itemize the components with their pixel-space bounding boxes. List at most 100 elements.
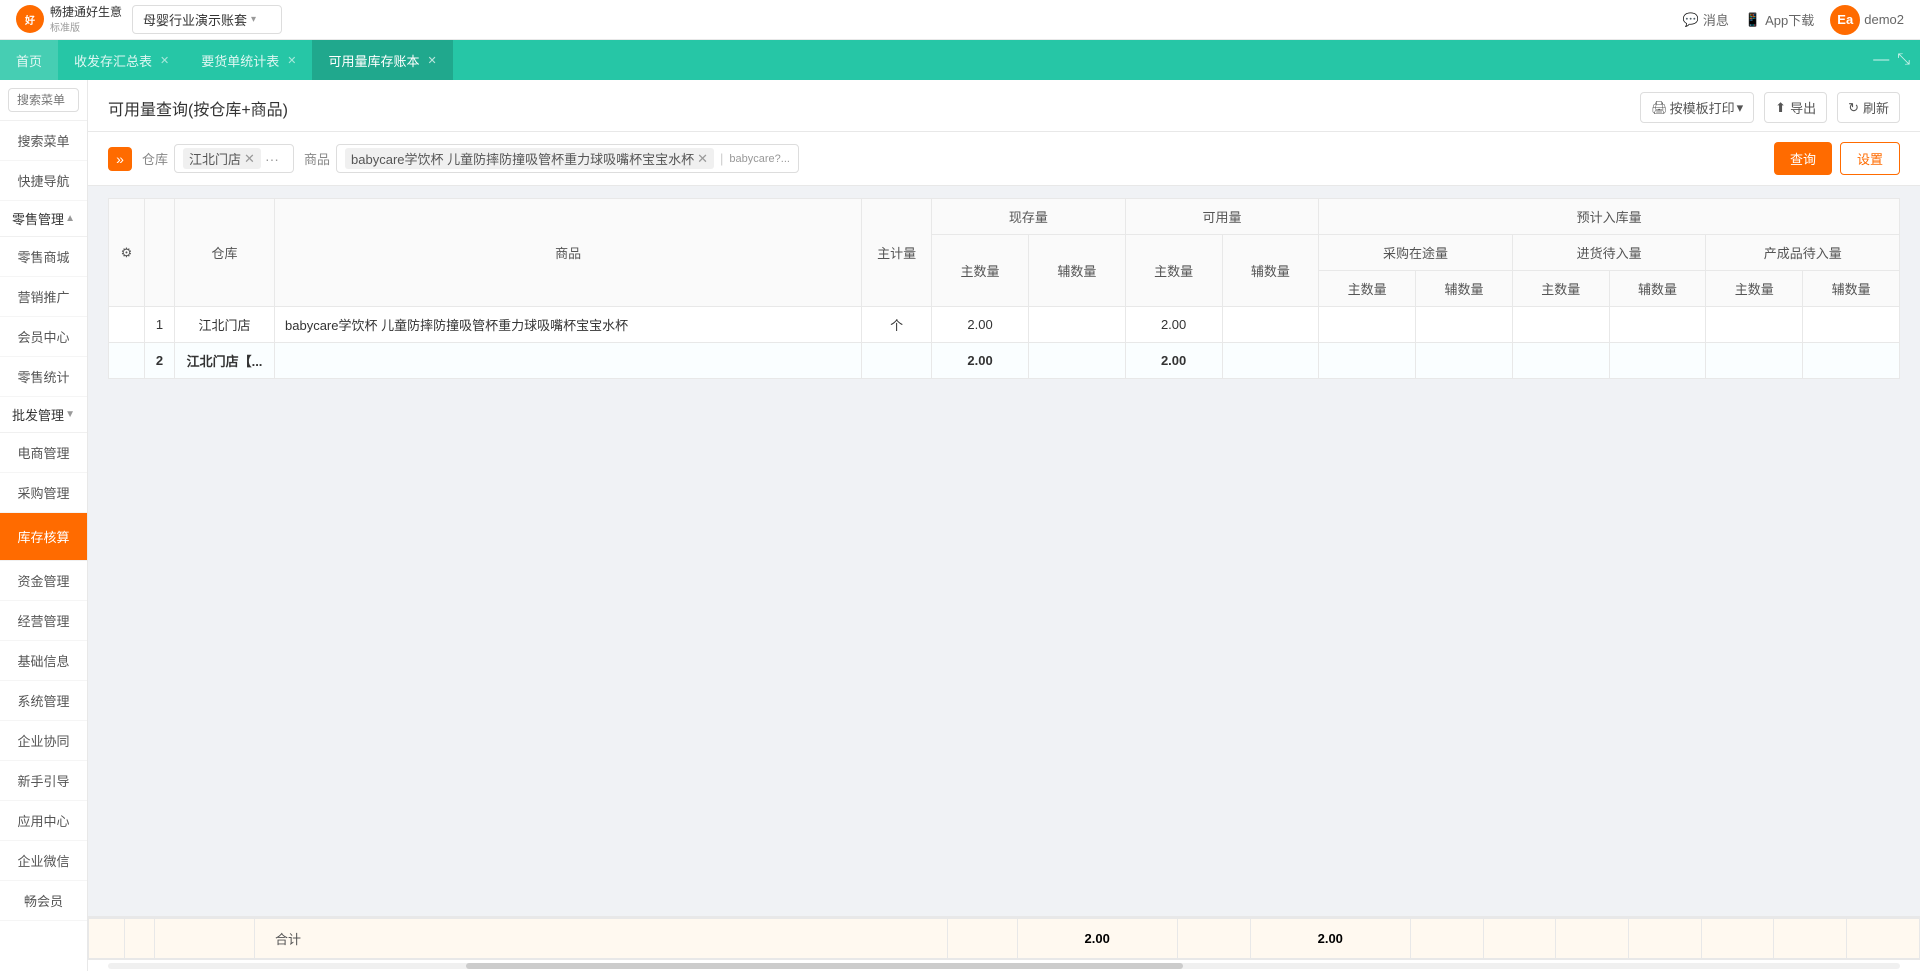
row1-current-main: 2.00: [932, 307, 1029, 343]
chevron-down-icon: ▼: [65, 409, 75, 420]
sidebar-purchase-label: 采购管理: [17, 486, 69, 501]
refresh-button[interactable]: ↻ 刷新: [1837, 92, 1900, 123]
data-table: ⚙ 仓库 商品 主计量 现存量: [108, 198, 1900, 379]
row1-avail-aux: [1222, 307, 1319, 343]
row1-pur-main: [1319, 307, 1416, 343]
sidebar-item-operations[interactable]: 经营管理: [0, 601, 87, 641]
warehouse-label: 仓库: [142, 149, 168, 168]
chevron-down-icon: ▾: [251, 14, 256, 25]
sidebar-item-newguide[interactable]: 新手引导: [0, 761, 87, 801]
search-input[interactable]: [8, 88, 79, 112]
sidebar-item-system[interactable]: 系统管理: [0, 681, 87, 721]
warehouse-filter-more[interactable]: ···: [265, 151, 279, 167]
query-button[interactable]: 查询: [1774, 142, 1832, 175]
sidebar-item-wholesale[interactable]: 批发管理 ▼: [0, 397, 87, 433]
print-arrow-icon: ▾: [1737, 100, 1744, 116]
tab-order[interactable]: 要货单统计表 ✕: [185, 40, 312, 80]
product-filter: 商品 babycare学饮杯 儿童防摔防撞吸管杯重力球吸嘴杯宝宝水杯 ✕ | b…: [304, 144, 799, 173]
maximize-icon[interactable]: ⤡: [1897, 51, 1910, 69]
th-purchase-transit: 采购在途量: [1319, 235, 1513, 271]
tenant-name: 母婴行业演示账套: [143, 10, 247, 29]
export-button[interactable]: ⬆ 导出: [1764, 92, 1827, 123]
row1-product: babycare学饮杯 儿童防摔防撞吸管杯重力球吸嘴杯宝宝水杯: [275, 307, 862, 343]
sidebar-wholesale-label: 批发管理: [12, 405, 64, 424]
page-actions: 🖨 按模板打印 ▾ ⬆ 导出 ↻ 刷新: [1640, 92, 1900, 123]
setting-button[interactable]: 设置: [1840, 142, 1900, 175]
product-tags-input[interactable]: babycare学饮杯 儿童防摔防撞吸管杯重力球吸嘴杯宝宝水杯 ✕ | baby…: [336, 144, 799, 173]
th-warehouse: 仓库: [175, 199, 275, 307]
message-label: 消息: [1703, 10, 1729, 29]
product-tag1-close[interactable]: ✕: [697, 151, 708, 167]
logo-text-block: 畅捷通好生意 标准版: [50, 5, 122, 34]
row2-current-aux: [1028, 343, 1125, 379]
sidebar-retail-shop-label: 零售商城: [17, 250, 69, 265]
sidebar-ecommerce-label: 电商管理: [17, 446, 69, 461]
sidebar-item-basic[interactable]: 基础信息: [0, 641, 87, 681]
tab-order-close[interactable]: ✕: [287, 54, 296, 67]
row1-inc-aux: [1609, 307, 1706, 343]
footer-pur-aux: [1556, 919, 1629, 959]
sidebar: 搜索菜单 快捷导航 零售管理 ▲ 零售商城 营销推广 会员中心 零售统计 批发管…: [0, 80, 88, 971]
row2-pur-aux: [1416, 343, 1513, 379]
sidebar-member-label: 畅会员: [24, 894, 63, 909]
sidebar-item-purchase[interactable]: 采购管理: [0, 473, 87, 513]
sidebar-members-label: 会员中心: [17, 330, 69, 345]
row1-num: 1: [145, 307, 175, 343]
th-settings[interactable]: ⚙: [109, 199, 145, 307]
sidebar-wecom-label: 企业微信: [17, 854, 69, 869]
sidebar-item-wecom[interactable]: 企业微信: [0, 841, 87, 881]
row2-unit: [862, 343, 932, 379]
tab-inout[interactable]: 收发存汇总表 ✕: [58, 40, 185, 80]
sidebar-item-retail-shop[interactable]: 零售商城: [0, 237, 87, 277]
tab-home-label: 首页: [16, 51, 42, 70]
th-prod-main: 主数量: [1706, 271, 1803, 307]
scroll-thumb[interactable]: [466, 963, 1183, 969]
sidebar-search-area: [0, 80, 87, 121]
sidebar-item-retail-stats[interactable]: 零售统计: [0, 357, 87, 397]
sidebar-item-enterprise[interactable]: 企业协同: [0, 721, 87, 761]
nav-tabs: 首页 收发存汇总表 ✕ 要货单统计表 ✕ 可用量库存账本 ✕ — ⤡: [0, 40, 1920, 80]
horizontal-scrollbar[interactable]: [88, 959, 1920, 971]
filter-toggle-button[interactable]: »: [108, 147, 132, 171]
app-icon: 📱: [1745, 12, 1761, 28]
row1-warehouse: 江北门店: [175, 307, 275, 343]
sidebar-item-members[interactable]: 会员中心: [0, 317, 87, 357]
logo-icon: 好: [16, 5, 44, 33]
sidebar-item-appcenter[interactable]: 应用中心: [0, 801, 87, 841]
sidebar-item-member[interactable]: 畅会员: [0, 881, 87, 921]
sidebar-retail-label: 零售管理: [12, 209, 64, 228]
minimize-icon[interactable]: —: [1873, 51, 1889, 69]
print-button[interactable]: 🖨 按模板打印 ▾: [1640, 92, 1754, 123]
tab-inout-label: 收发存汇总表: [74, 51, 152, 70]
sidebar-item-quick-nav[interactable]: 快捷导航: [0, 161, 87, 201]
table-row: 1 江北门店 babycare学饮杯 儿童防摔防撞吸管杯重力球吸嘴杯宝宝水杯 个…: [109, 307, 1900, 343]
th-avail-aux: 辅数量: [1222, 235, 1319, 307]
tab-available[interactable]: 可用量库存账本 ✕: [312, 40, 452, 80]
warehouse-tag-close[interactable]: ✕: [244, 151, 255, 167]
sidebar-basic-label: 基础信息: [17, 654, 69, 669]
app-download-button[interactable]: 📱 App下载: [1745, 10, 1814, 29]
top-bar-left: 好 畅捷通好生意 标准版 母婴行业演示账套 ▾: [16, 5, 282, 34]
chevron-up-icon: ▲: [65, 213, 75, 224]
footer-settings-col: [89, 919, 125, 959]
row2-pur-main: [1319, 343, 1416, 379]
tab-home[interactable]: 首页: [0, 40, 58, 80]
tab-inout-close[interactable]: ✕: [160, 54, 169, 67]
sidebar-item-finance[interactable]: 资金管理: [0, 561, 87, 601]
warehouse-tags-input[interactable]: 江北门店 ✕ ···: [174, 144, 294, 173]
top-bar-right: 💬 消息 📱 App下载 Ea demo2: [1683, 5, 1904, 35]
sidebar-item-retail[interactable]: 零售管理 ▲: [0, 201, 87, 237]
footer-current-main: 2.00: [1017, 919, 1177, 959]
sidebar-item-marketing[interactable]: 营销推广: [0, 277, 87, 317]
row2-inc-main: [1512, 343, 1609, 379]
sidebar-item-inventory[interactable]: 库存核算: [0, 513, 87, 561]
message-icon: 💬: [1683, 12, 1699, 28]
sidebar-item-search-menu[interactable]: 搜索菜单: [0, 121, 87, 161]
message-button[interactable]: 💬 消息: [1683, 10, 1729, 29]
user-profile[interactable]: Ea demo2: [1830, 5, 1904, 35]
tab-available-close[interactable]: ✕: [428, 54, 437, 67]
tenant-selector[interactable]: 母婴行业演示账套 ▾: [132, 5, 282, 34]
row2-prod-aux: [1803, 343, 1900, 379]
sidebar-item-ecommerce[interactable]: 电商管理: [0, 433, 87, 473]
th-inc-aux: 辅数量: [1609, 271, 1706, 307]
